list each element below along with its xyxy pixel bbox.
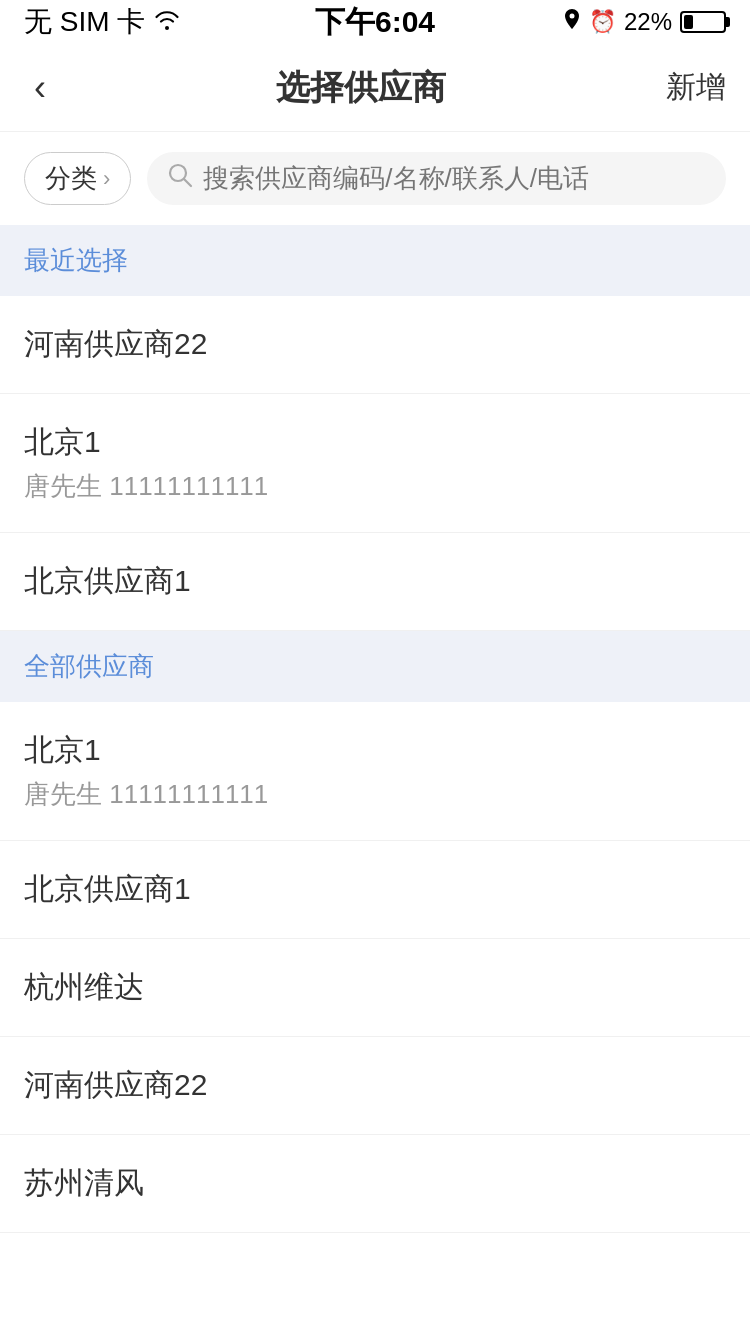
battery-icon	[680, 11, 726, 33]
item-name: 河南供应商22	[24, 1065, 726, 1106]
item-name: 北京供应商1	[24, 869, 726, 910]
item-name: 苏州清风	[24, 1163, 726, 1204]
list-item[interactable]: 北京供应商1	[0, 841, 750, 939]
recent-section-header: 最近选择	[0, 225, 750, 296]
chevron-icon: ›	[103, 166, 110, 192]
item-name: 杭州维达	[24, 967, 726, 1008]
status-bar: 无 SIM 卡 下午6:04 ⏰ 22%	[0, 0, 750, 44]
svg-line-2	[184, 179, 191, 186]
list-item[interactable]: 河南供应商22	[0, 296, 750, 394]
item-sub: 唐先生 11111111111	[24, 777, 726, 812]
search-input[interactable]	[203, 163, 706, 194]
item-sub: 唐先生 11111111111	[24, 469, 726, 504]
alarm-icon: ⏰	[589, 9, 616, 35]
all-list: 北京1 唐先生 11111111111 北京供应商1 杭州维达河南供应商22 苏州清风	[0, 702, 750, 1233]
item-name: 河南供应商22	[24, 324, 726, 365]
status-left: 无 SIM 卡	[24, 3, 181, 41]
list-item[interactable]: 杭州维达	[0, 939, 750, 1037]
back-button[interactable]: ‹	[24, 57, 56, 119]
search-icon	[167, 162, 193, 195]
battery-percent: 22%	[624, 8, 672, 36]
recent-section-label: 最近选择	[24, 245, 128, 275]
nav-bar: ‹ 选择供应商 新增	[0, 44, 750, 132]
item-name: 北京1	[24, 422, 726, 463]
svg-point-0	[569, 13, 574, 18]
all-section-header: 全部供应商	[0, 631, 750, 702]
search-box[interactable]	[147, 152, 726, 205]
category-filter[interactable]: 分类 ›	[24, 152, 131, 205]
recent-list: 河南供应商22 北京1 唐先生 11111111111 北京供应商1	[0, 296, 750, 631]
status-time: 下午6:04	[315, 2, 435, 43]
filter-bar: 分类 ›	[0, 132, 750, 225]
item-name: 北京供应商1	[24, 561, 726, 602]
status-right: ⏰ 22%	[563, 7, 726, 38]
location-icon	[563, 7, 581, 38]
all-section-label: 全部供应商	[24, 651, 154, 681]
wifi-icon	[153, 6, 181, 38]
list-item[interactable]: 北京1 唐先生 11111111111	[0, 394, 750, 533]
item-name: 北京1	[24, 730, 726, 771]
no-sim-text: 无 SIM 卡	[24, 3, 145, 41]
list-item[interactable]: 北京供应商1	[0, 533, 750, 631]
list-item[interactable]: 苏州清风	[0, 1135, 750, 1233]
category-label: 分类	[45, 161, 97, 196]
list-item[interactable]: 北京1 唐先生 11111111111	[0, 702, 750, 841]
add-button[interactable]: 新增	[666, 67, 726, 108]
list-item[interactable]: 河南供应商22	[0, 1037, 750, 1135]
page-title: 选择供应商	[276, 65, 446, 111]
